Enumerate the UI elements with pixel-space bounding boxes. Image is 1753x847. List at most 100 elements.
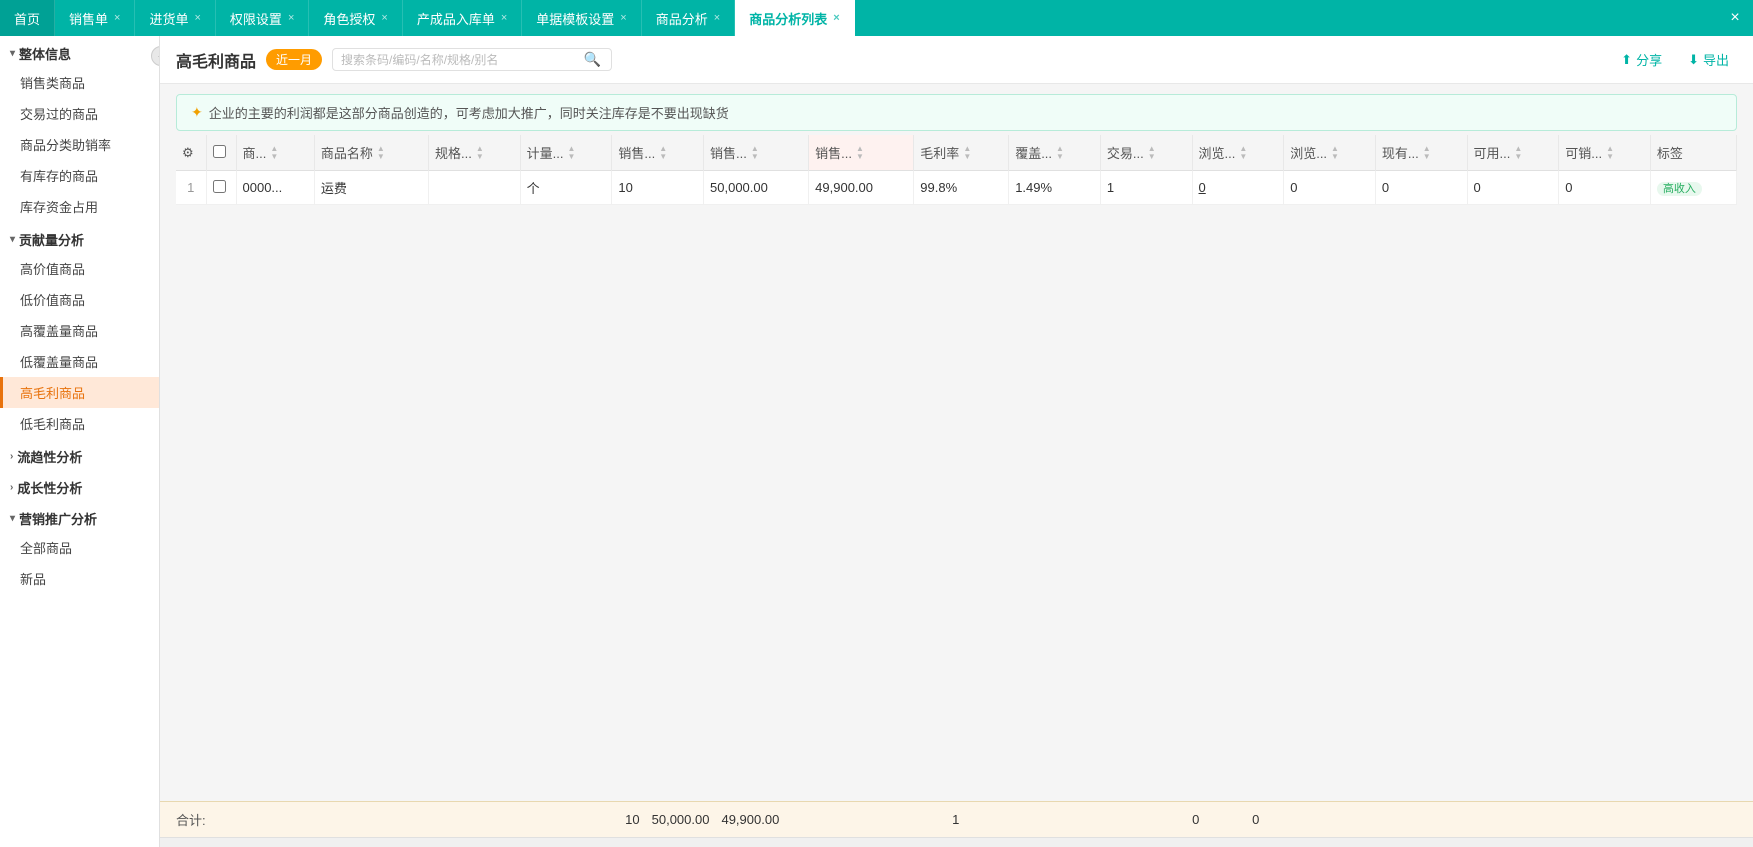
- sort-sale-qty-icon[interactable]: ▲▼: [659, 145, 667, 161]
- nav-sales[interactable]: 销售单 ×: [55, 0, 135, 36]
- close-nav-product-entry[interactable]: ×: [501, 12, 507, 24]
- col-trade-count[interactable]: 交易... ▲▼: [1100, 135, 1192, 171]
- sort-sale-profit-icon[interactable]: ▲▼: [856, 145, 864, 161]
- row-available: 0: [1467, 171, 1559, 205]
- col-unit[interactable]: 计量... ▲▼: [520, 135, 612, 171]
- col-tag[interactable]: 标签: [1650, 135, 1736, 171]
- close-nav-sales[interactable]: ×: [114, 12, 120, 24]
- search-input[interactable]: [341, 53, 582, 67]
- close-nav-goods-analysis-list[interactable]: ×: [833, 12, 839, 24]
- row-checkbox-cell[interactable]: [206, 171, 236, 205]
- sort-trade-icon[interactable]: ▲▼: [1148, 145, 1156, 161]
- export-button[interactable]: ⬇ 导出: [1680, 46, 1737, 73]
- sidebar-item-all-goods[interactable]: 全部商品: [0, 532, 159, 563]
- sort-gross-margin-icon[interactable]: ▲▼: [963, 145, 971, 161]
- sort-available-icon[interactable]: ▲▼: [1514, 145, 1522, 161]
- search-container: 🔍: [332, 48, 612, 71]
- arrow-marketing-icon: ▾: [10, 513, 15, 524]
- sidebar-item-low-margin[interactable]: 低毛利商品: [0, 408, 159, 439]
- close-nav-role[interactable]: ×: [381, 12, 387, 24]
- col-saleable[interactable]: 可销... ▲▼: [1559, 135, 1651, 171]
- nav-template[interactable]: 单据模板设置 ×: [522, 0, 641, 36]
- export-icon: ⬇: [1688, 52, 1699, 68]
- col-code[interactable]: 商... ▲▼: [236, 135, 314, 171]
- nav-home[interactable]: 首页: [0, 0, 55, 36]
- row-trade-count: 1: [1100, 171, 1192, 205]
- sidebar-item-new-goods[interactable]: 新品: [0, 563, 159, 594]
- footer-saleable: 0: [1205, 812, 1265, 827]
- footer-sale-profit: 49,900.00: [715, 812, 785, 827]
- row-unit: 个: [520, 171, 612, 205]
- search-button[interactable]: 🔍: [582, 51, 603, 68]
- sort-saleable-icon[interactable]: ▲▼: [1606, 145, 1614, 161]
- col-browse1[interactable]: 浏览... ▲▼: [1192, 135, 1284, 171]
- sidebar-group-marketing[interactable]: ▾ 营销推广分析: [0, 501, 159, 532]
- col-checkbox[interactable]: [206, 135, 236, 171]
- close-nav-template[interactable]: ×: [620, 12, 626, 24]
- nav-goods-analysis-list[interactable]: 商品分析列表 ×: [735, 0, 854, 36]
- sidebar-item-high-coverage[interactable]: 高覆盖量商品: [0, 315, 159, 346]
- col-sale-qty[interactable]: 销售... ▲▼: [612, 135, 704, 171]
- col-available[interactable]: 可用... ▲▼: [1467, 135, 1559, 171]
- nav-purchase[interactable]: 进货单 ×: [135, 0, 215, 36]
- table-header-row: ⚙ 商... ▲▼ 商品名称: [176, 135, 1737, 171]
- sort-name-icon[interactable]: ▲▼: [377, 145, 385, 161]
- table-row: 1 0000... 运费 个 10 50,000.00 49,900.00 99…: [176, 171, 1737, 205]
- row-sale-qty: 10: [612, 171, 704, 205]
- nav-permissions[interactable]: 权限设置 ×: [216, 0, 309, 36]
- close-nav-permissions[interactable]: ×: [288, 12, 294, 24]
- sidebar: « ▾ 整体信息 销售类商品 交易过的商品 商品分类助销率 有库存的商品 库存资…: [0, 36, 160, 847]
- select-all-checkbox[interactable]: [213, 145, 226, 158]
- sidebar-item-category-rate[interactable]: 商品分类助销率: [0, 129, 159, 160]
- share-button[interactable]: ⬆ 分享: [1613, 46, 1670, 73]
- row-browse1[interactable]: 0: [1192, 171, 1284, 205]
- window-close-button[interactable]: ×: [1717, 0, 1753, 36]
- sort-code-icon[interactable]: ▲▼: [270, 145, 278, 161]
- sort-browse2-icon[interactable]: ▲▼: [1331, 145, 1339, 161]
- row-gross-margin: 99.8%: [914, 171, 1009, 205]
- row-sale-profit: 49,900.00: [809, 171, 914, 205]
- sort-unit-icon[interactable]: ▲▼: [568, 145, 576, 161]
- col-settings[interactable]: ⚙: [176, 135, 206, 171]
- top-navigation: 首页 销售单 × 进货单 × 权限设置 × 角色授权 × 产成品入库单 × 单据…: [0, 0, 1753, 36]
- horizontal-scrollbar[interactable]: [160, 837, 1753, 847]
- row-current-stock: 0: [1375, 171, 1467, 205]
- nav-role[interactable]: 角色授权 ×: [309, 0, 402, 36]
- sidebar-item-stocked-goods[interactable]: 有库存的商品: [0, 160, 159, 191]
- nav-goods-analysis[interactable]: 商品分析 ×: [642, 0, 735, 36]
- col-sale-profit[interactable]: 销售... ▲▼: [809, 135, 914, 171]
- sidebar-group-overall[interactable]: ▾ 整体信息: [0, 36, 159, 67]
- table-wrapper: ⚙ 商... ▲▼ 商品名称: [160, 135, 1753, 801]
- col-spec[interactable]: 规格... ▲▼: [429, 135, 521, 171]
- col-sale-amt[interactable]: 销售... ▲▼: [704, 135, 809, 171]
- close-nav-purchase[interactable]: ×: [194, 12, 200, 24]
- col-gross-margin[interactable]: 毛利率 ▲▼: [914, 135, 1009, 171]
- sidebar-item-sales-goods[interactable]: 销售类商品: [0, 67, 159, 98]
- close-nav-goods-analysis[interactable]: ×: [714, 12, 720, 24]
- row-saleable: 0: [1559, 171, 1651, 205]
- row-checkbox[interactable]: [213, 180, 226, 193]
- sort-browse1-icon[interactable]: ▲▼: [1239, 145, 1247, 161]
- sidebar-item-high-value[interactable]: 高价值商品: [0, 253, 159, 284]
- filter-recent-month-button[interactable]: 近一月: [266, 49, 322, 70]
- col-name[interactable]: 商品名称 ▲▼: [314, 135, 428, 171]
- sort-coverage-icon[interactable]: ▲▼: [1056, 145, 1064, 161]
- sidebar-item-high-margin[interactable]: 高毛利商品: [0, 377, 159, 408]
- col-coverage[interactable]: 覆盖... ▲▼: [1009, 135, 1101, 171]
- sort-stock-icon[interactable]: ▲▼: [1423, 145, 1431, 161]
- col-browse2[interactable]: 浏览... ▲▼: [1284, 135, 1376, 171]
- sidebar-item-low-value[interactable]: 低价值商品: [0, 284, 159, 315]
- sort-sale-amt-icon[interactable]: ▲▼: [751, 145, 759, 161]
- col-current-stock[interactable]: 现有... ▲▼: [1375, 135, 1467, 171]
- sidebar-group-trend[interactable]: › 流趋性分析: [0, 439, 159, 470]
- row-sale-amt: 50,000.00: [704, 171, 809, 205]
- sort-spec-icon[interactable]: ▲▼: [476, 145, 484, 161]
- arrow-growth-icon: ›: [10, 482, 13, 493]
- nav-product-entry[interactable]: 产成品入库单 ×: [403, 0, 522, 36]
- row-code: 0000...: [236, 171, 314, 205]
- sidebar-item-low-coverage[interactable]: 低覆盖量商品: [0, 346, 159, 377]
- sidebar-group-growth[interactable]: › 成长性分析: [0, 470, 159, 501]
- sidebar-item-traded-goods[interactable]: 交易过的商品: [0, 98, 159, 129]
- sidebar-item-stock-capital[interactable]: 库存资金占用: [0, 191, 159, 222]
- sidebar-group-contribution[interactable]: ▾ 贡献量分析: [0, 222, 159, 253]
